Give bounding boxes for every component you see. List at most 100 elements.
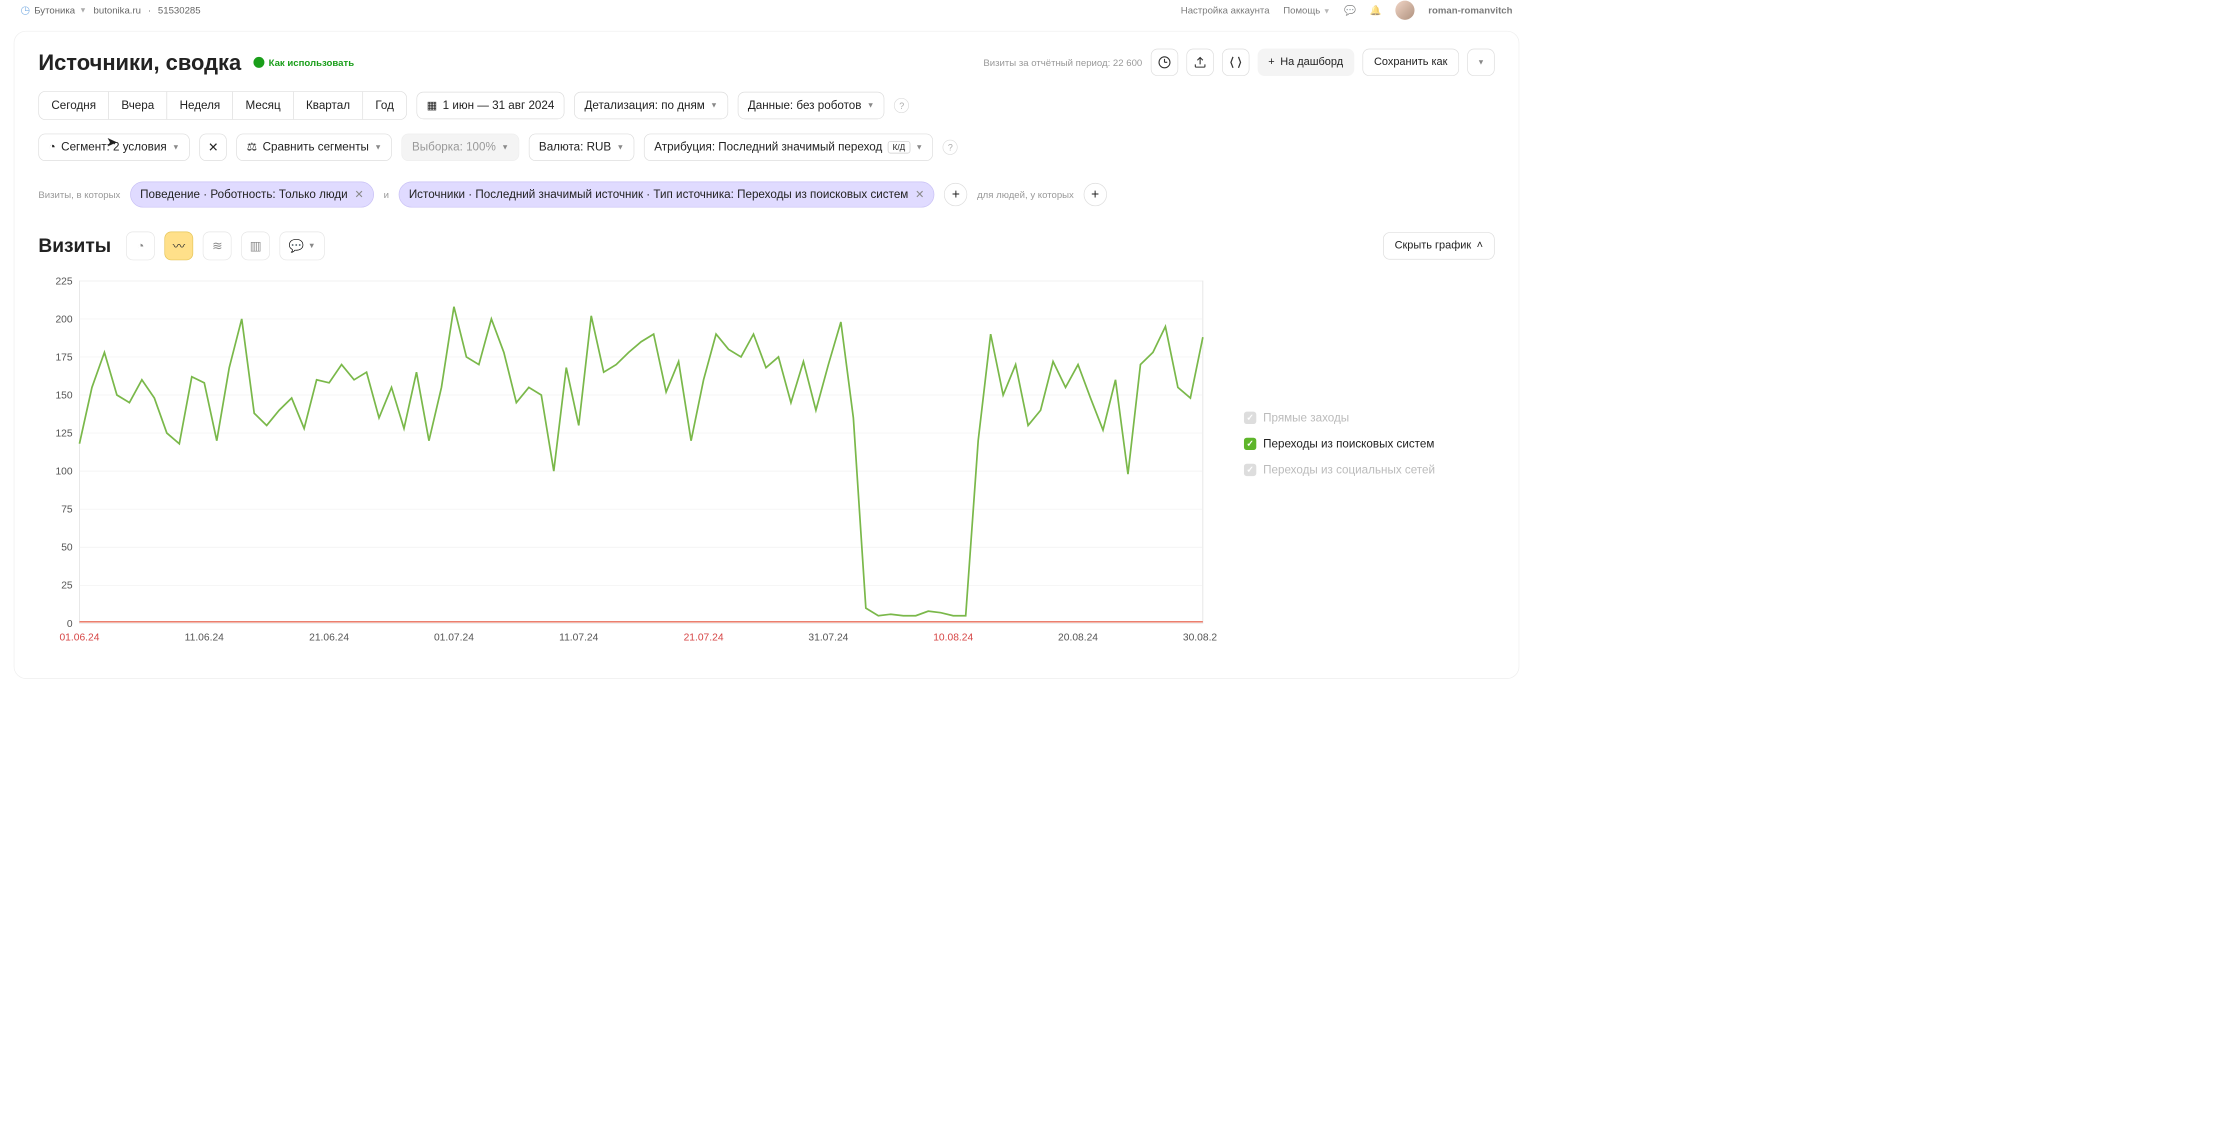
line-chart[interactable]: 025507510012515017520022501.06.2411.06.2… bbox=[38, 274, 1216, 651]
period-tab[interactable]: Год bbox=[363, 92, 406, 119]
svg-text:25: 25 bbox=[61, 581, 73, 592]
compare-icon: ⚖ bbox=[247, 140, 257, 154]
svg-text:50: 50 bbox=[61, 543, 73, 554]
sampling-select: Выборка: 100% ▼ bbox=[402, 134, 519, 161]
legend-item-search[interactable]: ✓ Переходы из поисковых систем bbox=[1244, 437, 1435, 451]
compare-select[interactable]: ⚖ Сравнить сегменты ▼ bbox=[236, 134, 392, 161]
calendar-icon: ▦ bbox=[427, 99, 437, 113]
chevron-down-icon: ▼ bbox=[308, 242, 315, 250]
chevron-down-icon: ▼ bbox=[617, 143, 624, 151]
currency-select[interactable]: Валюта: RUB ▼ bbox=[529, 134, 635, 161]
period-tabs: СегодняВчераНеделяМесяцКварталГод bbox=[38, 91, 407, 120]
period-tab[interactable]: Сегодня bbox=[39, 92, 109, 119]
filter-pill-source[interactable]: Источники · Последний значимый источник … bbox=[399, 182, 935, 208]
period-tab[interactable]: Квартал bbox=[294, 92, 363, 119]
site-icon: ◷ bbox=[21, 3, 31, 17]
saveas-button[interactable]: Сохранить как bbox=[1362, 49, 1459, 76]
period-tab[interactable]: Неделя bbox=[167, 92, 233, 119]
svg-text:175: 175 bbox=[55, 352, 72, 363]
chart-type-line[interactable]: 〰 bbox=[165, 232, 194, 261]
legend-item-direct[interactable]: ✓ Прямые заходы bbox=[1244, 411, 1435, 425]
bell-icon[interactable]: 🔔 bbox=[1370, 4, 1382, 16]
help-icon[interactable]: ? bbox=[894, 98, 909, 113]
chart-type-bar[interactable]: ▥ bbox=[241, 232, 270, 261]
annotations-toggle[interactable]: 💬 ▼ bbox=[280, 232, 325, 261]
chart-type-pie[interactable]: ◔ bbox=[126, 232, 155, 261]
site-domain: butonika.ru bbox=[94, 5, 141, 16]
data-select[interactable]: Данные: без роботов ▼ bbox=[738, 92, 885, 119]
add-filter-people[interactable]: + bbox=[1083, 183, 1106, 206]
chevron-down-icon: ▼ bbox=[710, 101, 717, 109]
visits-period-label: Визиты за отчётный период: 22 600 bbox=[983, 57, 1142, 68]
chart-title: Визиты bbox=[38, 235, 111, 257]
export-button[interactable] bbox=[1186, 49, 1213, 76]
chevron-down-icon: ▼ bbox=[501, 143, 508, 151]
svg-text:01.07.24: 01.07.24 bbox=[434, 632, 474, 643]
period-tab[interactable]: Месяц bbox=[233, 92, 293, 119]
checkbox-icon: ✓ bbox=[1244, 464, 1256, 476]
page-title: Источники, сводка bbox=[38, 50, 241, 75]
chevron-down-icon: ▼ bbox=[867, 101, 874, 109]
help-icon[interactable]: ? bbox=[943, 140, 958, 155]
svg-text:31.07.24: 31.07.24 bbox=[808, 632, 848, 643]
filter-and: и bbox=[384, 189, 389, 200]
code-button[interactable] bbox=[1222, 49, 1249, 76]
svg-text:11.06.24: 11.06.24 bbox=[185, 632, 224, 643]
svg-text:30.08.24: 30.08.24 bbox=[1183, 632, 1217, 643]
username: roman-romanvitch bbox=[1428, 5, 1512, 16]
site-name: Бутоника bbox=[34, 5, 75, 16]
segment-clear[interactable]: ✕ bbox=[199, 134, 226, 161]
dashboard-button[interactable]: + На дашборд bbox=[1257, 49, 1354, 76]
svg-text:11.07.24: 11.07.24 bbox=[559, 632, 598, 643]
close-icon[interactable]: ✕ bbox=[355, 188, 364, 202]
daterange-button[interactable]: ▦ 1 июн — 31 авг 2024 bbox=[417, 92, 565, 119]
svg-text:21.06.24: 21.06.24 bbox=[309, 632, 349, 643]
add-filter-visits[interactable]: + bbox=[944, 183, 967, 206]
legend-label: Переходы из поисковых систем bbox=[1263, 437, 1434, 451]
close-icon[interactable]: ✕ bbox=[915, 188, 924, 202]
svg-text:10.08.24: 10.08.24 bbox=[933, 632, 973, 643]
svg-text:100: 100 bbox=[55, 467, 72, 478]
checkbox-icon: ✓ bbox=[1244, 412, 1256, 424]
period-tab[interactable]: Вчера bbox=[109, 92, 167, 119]
refresh-button[interactable] bbox=[1150, 49, 1177, 76]
saveas-dropdown[interactable]: ▼ bbox=[1467, 49, 1494, 76]
legend-label: Прямые заходы bbox=[1263, 411, 1349, 425]
filter-prefix: Визиты, в которых bbox=[38, 189, 120, 200]
hide-chart-button[interactable]: Скрыть график ˄ bbox=[1383, 232, 1495, 259]
svg-text:21.07.24: 21.07.24 bbox=[684, 632, 724, 643]
kd-badge: К/Д bbox=[888, 141, 910, 153]
chevron-down-icon: ▼ bbox=[374, 143, 381, 151]
attribution-select[interactable]: Атрибуция: Последний значимый переход К/… bbox=[644, 134, 933, 161]
svg-text:20.08.24: 20.08.24 bbox=[1058, 632, 1098, 643]
chevron-up-icon: ˄ bbox=[1477, 240, 1483, 252]
chart-legend: ✓ Прямые заходы ✓ Переходы из поисковых … bbox=[1244, 411, 1435, 651]
chevron-down-icon: ▼ bbox=[79, 6, 86, 14]
detail-select[interactable]: Детализация: по дням ▼ bbox=[574, 92, 728, 119]
daterange-label: 1 июн — 31 авг 2024 bbox=[443, 99, 555, 113]
legend-item-social[interactable]: ✓ Переходы из социальных сетей bbox=[1244, 463, 1435, 477]
top-header: ◷ Бутоника ▼ butonika.ru · 51530285 Наст… bbox=[0, 0, 1533, 21]
filter-people-prefix: для людей, у которых bbox=[977, 189, 1074, 200]
svg-text:150: 150 bbox=[55, 390, 72, 401]
counter-id: 51530285 bbox=[158, 5, 201, 16]
filter-pill-behavior[interactable]: Поведение · Роботность: Только люди ✕ bbox=[130, 182, 374, 208]
site-selector[interactable]: ◷ Бутоника ▼ bbox=[21, 3, 87, 17]
chat-icon[interactable]: 💬 bbox=[1344, 4, 1356, 16]
svg-text:75: 75 bbox=[61, 505, 73, 516]
segment-select[interactable]: ◔ Сегмент: 2 условия ▼ bbox=[38, 134, 189, 161]
legend-label: Переходы из социальных сетей bbox=[1263, 463, 1435, 477]
pie-icon: ◔ bbox=[49, 140, 56, 154]
account-settings-link[interactable]: Настройка аккаунта bbox=[1181, 5, 1270, 16]
dot-separator: · bbox=[148, 5, 151, 16]
checkbox-icon: ✓ bbox=[1244, 438, 1256, 450]
svg-text:125: 125 bbox=[55, 428, 72, 439]
svg-text:01.06.24: 01.06.24 bbox=[59, 632, 99, 643]
svg-text:0: 0 bbox=[67, 619, 73, 630]
howto-link[interactable]: Как использовать bbox=[254, 57, 355, 68]
chart-type-area[interactable]: ≋ bbox=[203, 232, 232, 261]
avatar[interactable] bbox=[1395, 1, 1414, 20]
chevron-down-icon: ▼ bbox=[916, 143, 923, 151]
help-link[interactable]: Помощь ▼ bbox=[1283, 5, 1330, 16]
svg-text:225: 225 bbox=[55, 276, 72, 287]
